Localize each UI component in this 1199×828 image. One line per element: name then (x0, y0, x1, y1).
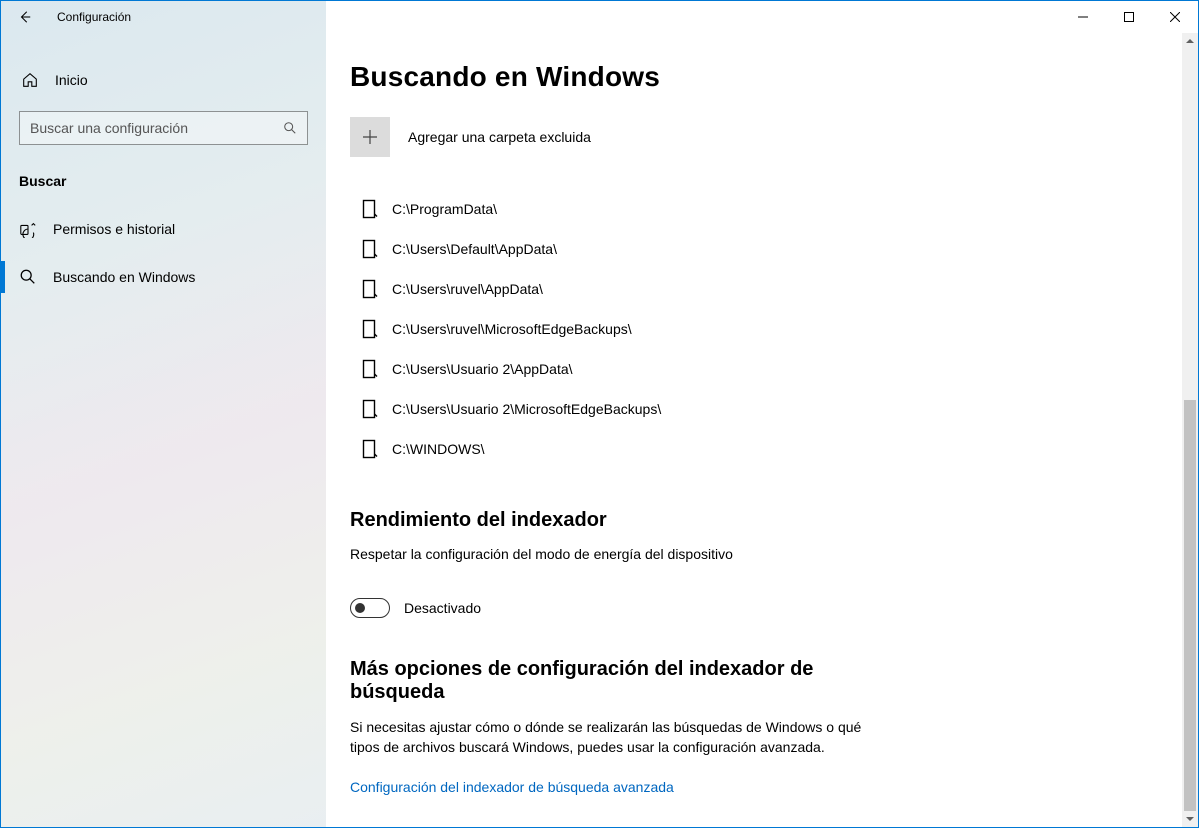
scroll-up-button[interactable] (1182, 33, 1198, 49)
toggle-knob (355, 603, 365, 613)
search-icon (283, 121, 297, 135)
minimize-icon (1078, 12, 1088, 22)
excluded-folder-item[interactable]: C:\Users\Usuario 2\MicrosoftEdgeBackups\ (350, 389, 1174, 429)
home-label: Inicio (55, 72, 88, 88)
window-controls (1060, 1, 1198, 33)
history-permissions-icon (19, 220, 37, 238)
minimize-button[interactable] (1060, 1, 1106, 33)
folder-path: C:\WINDOWS\ (392, 441, 485, 457)
close-icon (1170, 12, 1180, 22)
sidebar-item-searching-windows[interactable]: Buscando en Windows (1, 253, 326, 301)
excluded-folder-item[interactable]: C:\ProgramData\ (350, 189, 1174, 229)
folder-path: C:\Users\ruvel\MicrosoftEdgeBackups\ (392, 321, 632, 337)
power-mode-toggle[interactable] (350, 598, 390, 618)
folder-icon (362, 199, 378, 219)
scrollbar (1182, 33, 1198, 827)
chevron-up-icon (1186, 37, 1194, 45)
excluded-folder-item[interactable]: C:\Users\ruvel\MicrosoftEdgeBackups\ (350, 309, 1174, 349)
sidebar: Inicio Buscar Permisos e historial Bus (1, 33, 326, 827)
power-mode-toggle-row: Desactivado (350, 598, 1174, 618)
scroll-track[interactable] (1182, 49, 1198, 811)
excluded-folder-item[interactable]: C:\WINDOWS\ (350, 429, 1174, 469)
folder-icon (362, 399, 378, 419)
sidebar-item-label: Buscando en Windows (53, 269, 195, 285)
search-input[interactable] (30, 120, 283, 136)
toggle-state-label: Desactivado (404, 600, 481, 616)
folder-path: C:\Users\Default\AppData\ (392, 241, 557, 257)
excluded-folder-item[interactable]: C:\Users\ruvel\AppData\ (350, 269, 1174, 309)
back-button[interactable] (1, 1, 49, 33)
folder-path: C:\Users\ruvel\AppData\ (392, 281, 543, 297)
plus-icon (362, 129, 378, 145)
folder-path: C:\Users\Usuario 2\AppData\ (392, 361, 573, 377)
chevron-down-icon (1186, 815, 1194, 823)
more-options-desc: Si necesitas ajustar cómo o dónde se rea… (350, 718, 870, 757)
folder-icon (362, 279, 378, 299)
close-button[interactable] (1152, 1, 1198, 33)
maximize-icon (1124, 12, 1134, 22)
window-title: Configuración (57, 10, 131, 24)
search-box[interactable] (19, 111, 308, 145)
main-content: Buscando en Windows Agregar una carpeta … (326, 33, 1198, 827)
excluded-folder-list: C:\ProgramData\ C:\Users\Default\AppData… (350, 189, 1174, 469)
folder-icon (362, 239, 378, 259)
folder-path: C:\ProgramData\ (392, 201, 497, 217)
home-nav[interactable]: Inicio (1, 61, 326, 99)
folder-path: C:\Users\Usuario 2\MicrosoftEdgeBackups\ (392, 401, 661, 417)
folder-icon (362, 439, 378, 459)
add-excluded-folder[interactable]: Agregar una carpeta excluida (350, 117, 1174, 157)
add-folder-label: Agregar una carpeta excluida (408, 129, 591, 145)
scroll-down-button[interactable] (1182, 811, 1198, 827)
home-icon (21, 71, 39, 89)
arrow-left-icon (18, 10, 32, 24)
page-title: Buscando en Windows (350, 61, 1174, 93)
sidebar-item-label: Permisos e historial (53, 221, 175, 237)
scroll-thumb[interactable] (1184, 400, 1196, 811)
category-label: Buscar (1, 165, 326, 205)
folder-icon (362, 359, 378, 379)
search-icon (19, 268, 37, 286)
maximize-button[interactable] (1106, 1, 1152, 33)
more-options-heading: Más opciones de configuración del indexa… (350, 658, 910, 704)
titlebar: Configuración (1, 1, 1198, 33)
excluded-folder-item[interactable]: C:\Users\Usuario 2\AppData\ (350, 349, 1174, 389)
sidebar-item-permissions[interactable]: Permisos e historial (1, 205, 326, 253)
indexer-performance-desc: Respetar la configuración del modo de en… (350, 546, 910, 562)
indexer-performance-heading: Rendimiento del indexador (350, 509, 1174, 532)
add-button[interactable] (350, 117, 390, 157)
advanced-indexer-link[interactable]: Configuración del indexador de búsqueda … (350, 779, 1174, 795)
folder-icon (362, 319, 378, 339)
excluded-folder-item[interactable]: C:\Users\Default\AppData\ (350, 229, 1174, 269)
